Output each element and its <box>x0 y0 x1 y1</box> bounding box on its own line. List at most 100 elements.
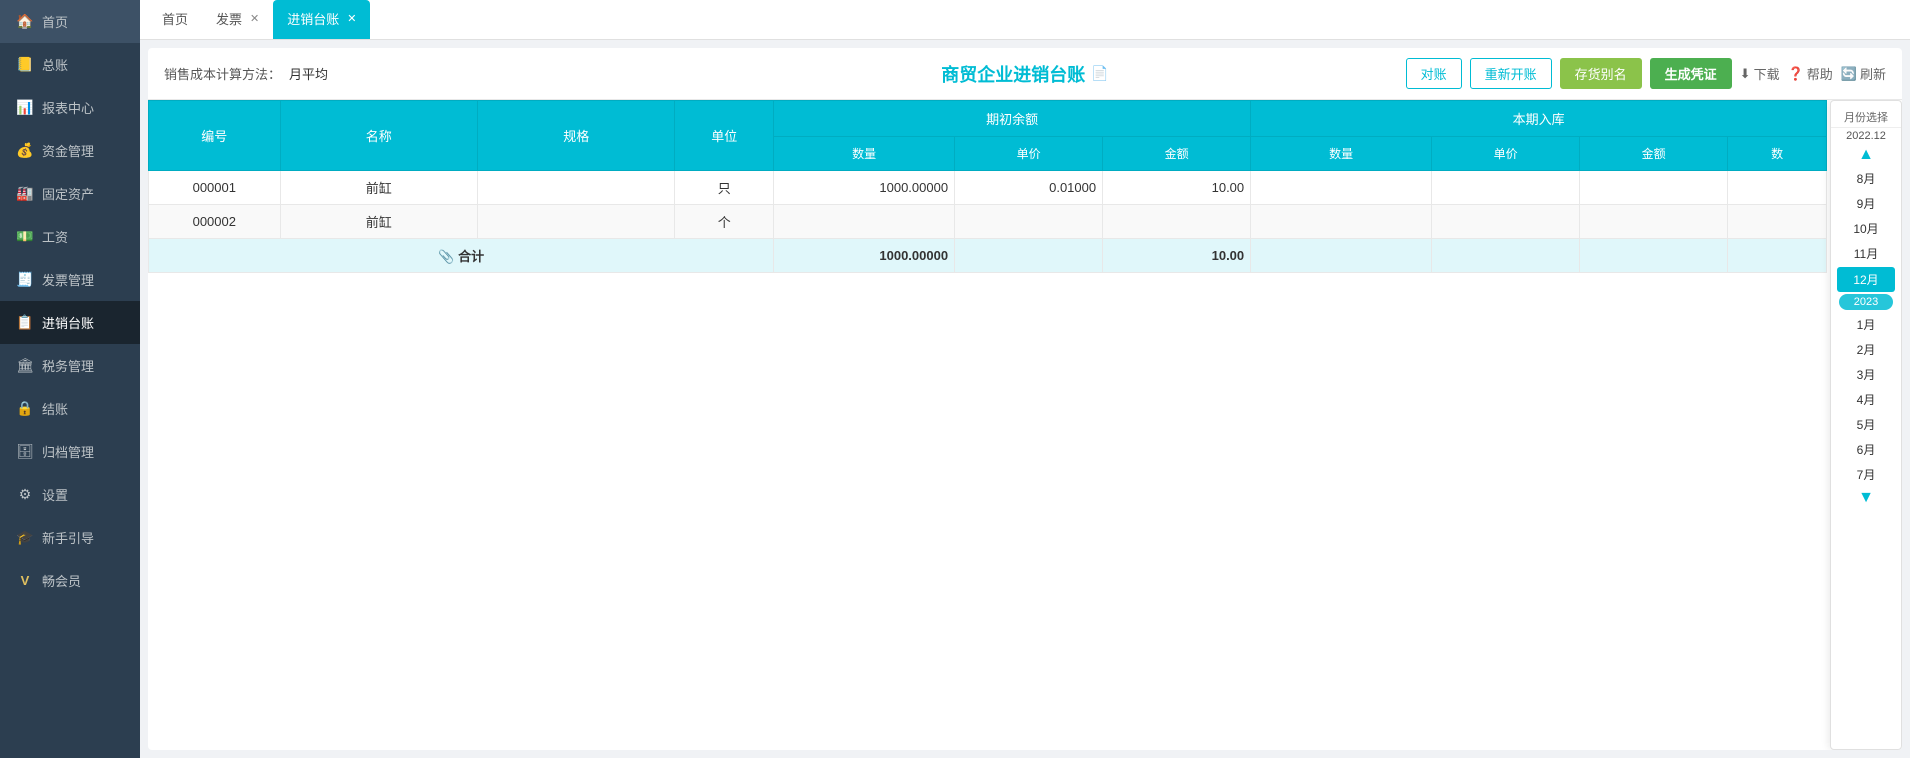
fixed-asset-icon: 🏭 <box>16 185 34 203</box>
cell-begin-amount: 10.00 <box>1103 171 1251 205</box>
month-item-9[interactable]: 9月 <box>1831 191 1901 216</box>
cell-begin-qty: 1000.00000 <box>774 171 955 205</box>
total-in-amount <box>1580 239 1728 273</box>
month-item-12[interactable]: 12月 <box>1837 267 1895 292</box>
table-total-row: 📎合计 1000.00000 10.00 <box>149 239 1827 273</box>
month-item-5[interactable]: 5月 <box>1831 412 1901 437</box>
toolbar: 销售成本计算方法： 月平均 商贸企业进销台账 📄 对账 重新开账 存货别名 生成… <box>148 48 1902 100</box>
cell-name: 前缸 <box>280 171 477 205</box>
cell-unit: 个 <box>675 205 774 239</box>
month-nav-up[interactable]: ▲ <box>1831 144 1901 166</box>
sidebar-item-label: 新手引导 <box>42 528 94 547</box>
table-wrapper: 编号 名称 规格 单位 期初余额 本期入库 数量 单价 金额 数量 <box>148 100 1902 750</box>
save-alias-button[interactable]: 存货别名 <box>1560 58 1642 89</box>
sidebar-item-close[interactable]: 🔒 结账 <box>0 387 140 430</box>
total-in-qty <box>1251 239 1432 273</box>
cell-code: 000002 <box>149 205 281 239</box>
sidebar-item-label: 报表中心 <box>42 98 94 117</box>
month-item-3[interactable]: 3月 <box>1831 362 1901 387</box>
total-begin-price <box>955 239 1103 273</box>
help-button[interactable]: ❓ 帮助 <box>1788 64 1833 83</box>
month-nav-down[interactable]: ▼ <box>1831 487 1901 509</box>
col-header-period-begin: 期初余额 <box>774 101 1251 137</box>
page-title-icon: 📄 <box>1091 65 1108 82</box>
sidebar-item-guide[interactable]: 🎓 新手引导 <box>0 516 140 559</box>
sidebar-item-tax[interactable]: 🏛 税务管理 <box>0 344 140 387</box>
sidebar-item-purchase-sales[interactable]: 📋 进销台账 <box>0 301 140 344</box>
cell-begin-qty <box>774 205 955 239</box>
month-item-11[interactable]: 11月 <box>1831 241 1901 266</box>
sidebar-item-label: 首页 <box>42 12 68 31</box>
sidebar-item-ledger[interactable]: 📒 总账 <box>0 43 140 86</box>
refresh-button[interactable]: 🔄 刷新 <box>1841 64 1886 83</box>
tab-home[interactable]: 首页 <box>148 0 202 39</box>
download-button[interactable]: ⬇ 下载 <box>1740 64 1780 83</box>
month-item-8[interactable]: 8月 <box>1831 166 1901 191</box>
col-header-current-in: 本期入库 <box>1251 101 1827 137</box>
cost-method: 销售成本计算方法： 月平均 <box>164 64 328 83</box>
month-item-7[interactable]: 7月 <box>1831 462 1901 487</box>
table-row: 000001 前缸 只 1000.00000 0.01000 10.00 <box>149 171 1827 205</box>
data-table: 编号 名称 规格 单位 期初余额 本期入库 数量 单价 金额 数量 <box>148 100 1827 273</box>
tab-bar: 首页 发票 ✕ 进销台账 ✕ <box>140 0 1910 40</box>
month-item-6[interactable]: 6月 <box>1831 437 1901 462</box>
tab-invoice[interactable]: 发票 ✕ <box>202 0 273 39</box>
help-icon: ❓ <box>1788 66 1804 82</box>
tab-invoice-close[interactable]: ✕ <box>250 12 259 25</box>
sidebar-item-member[interactable]: V 畅会员 <box>0 559 140 602</box>
sidebar-item-label: 资金管理 <box>42 141 94 160</box>
report-icon: 📊 <box>16 99 34 117</box>
tab-purchase-sales-close[interactable]: ✕ <box>347 12 356 25</box>
archive-icon: 🗄 <box>16 443 34 461</box>
table-row: 000002 前缸 个 <box>149 205 1827 239</box>
sidebar-item-fund[interactable]: 💰 资金管理 <box>0 129 140 172</box>
page-title: 商贸企业进销台账 <box>941 61 1085 87</box>
cost-method-label: 销售成本计算方法： <box>164 64 281 83</box>
guide-icon: 🎓 <box>16 529 34 547</box>
cell-in-price <box>1432 171 1580 205</box>
col-header-in-amount: 金额 <box>1580 137 1728 171</box>
sidebar-item-label: 总账 <box>42 55 68 74</box>
generate-voucher-button[interactable]: 生成凭证 <box>1650 58 1732 89</box>
duizhang-button[interactable]: 对账 <box>1406 58 1462 89</box>
table-body: 000001 前缸 只 1000.00000 0.01000 10.00 <box>149 171 1827 273</box>
cell-in-amount <box>1580 205 1728 239</box>
sidebar-item-archive[interactable]: 🗄 归档管理 <box>0 430 140 473</box>
salary-icon: 💵 <box>16 228 34 246</box>
month-panel-current-year: 2022.12 <box>1831 128 1901 144</box>
cell-in-amount <box>1580 171 1728 205</box>
month-item-2[interactable]: 2月 <box>1831 337 1901 362</box>
page-title-area: 商贸企业进销台账 📄 <box>941 61 1108 87</box>
cell-unit: 只 <box>675 171 774 205</box>
sidebar-item-label: 固定资产 <box>42 184 94 203</box>
reopen-button[interactable]: 重新开账 <box>1470 58 1552 89</box>
month-panel: 月份选择 2022.12 ▲ 8月 9月 10月 11月 12月 2023 1月… <box>1830 100 1902 750</box>
col-header-unit: 单位 <box>675 101 774 171</box>
sidebar-item-settings[interactable]: ⚙ 设置 <box>0 473 140 516</box>
sidebar-item-home[interactable]: 🏠 首页 <box>0 0 140 43</box>
total-in-extra <box>1728 239 1827 273</box>
col-header-begin-amount: 金额 <box>1103 137 1251 171</box>
month-item-1[interactable]: 1月 <box>1831 312 1901 337</box>
sidebar-item-invoice-mgmt[interactable]: 🧾 发票管理 <box>0 258 140 301</box>
tab-purchase-sales-label: 进销台账 <box>287 9 339 28</box>
sidebar-item-fixed-asset[interactable]: 🏭 固定资产 <box>0 172 140 215</box>
cell-name: 前缸 <box>280 205 477 239</box>
download-icon: ⬇ <box>1740 66 1751 82</box>
month-panel-title: 月份选择 <box>1831 105 1901 128</box>
sidebar-item-label: 工资 <box>42 227 68 246</box>
month-item-10[interactable]: 10月 <box>1831 216 1901 241</box>
sidebar-item-salary[interactable]: 💵 工资 <box>0 215 140 258</box>
table-header-row-1: 编号 名称 规格 单位 期初余额 本期入库 <box>149 101 1827 137</box>
tab-purchase-sales[interactable]: 进销台账 ✕ <box>273 0 370 39</box>
home-icon: 🏠 <box>16 13 34 31</box>
month-item-4[interactable]: 4月 <box>1831 387 1901 412</box>
cell-in-qty <box>1251 205 1432 239</box>
sidebar-item-label: 结账 <box>42 399 68 418</box>
cell-begin-amount <box>1103 205 1251 239</box>
col-header-spec: 规格 <box>478 101 675 171</box>
page-content: 销售成本计算方法： 月平均 商贸企业进销台账 📄 对账 重新开账 存货别名 生成… <box>148 48 1902 750</box>
col-header-in-qty: 数量 <box>1251 137 1432 171</box>
sidebar-item-report[interactable]: 📊 报表中心 <box>0 86 140 129</box>
main-area: 首页 发票 ✕ 进销台账 ✕ 销售成本计算方法： 月平均 商贸企业进销台账 📄 … <box>140 0 1910 758</box>
